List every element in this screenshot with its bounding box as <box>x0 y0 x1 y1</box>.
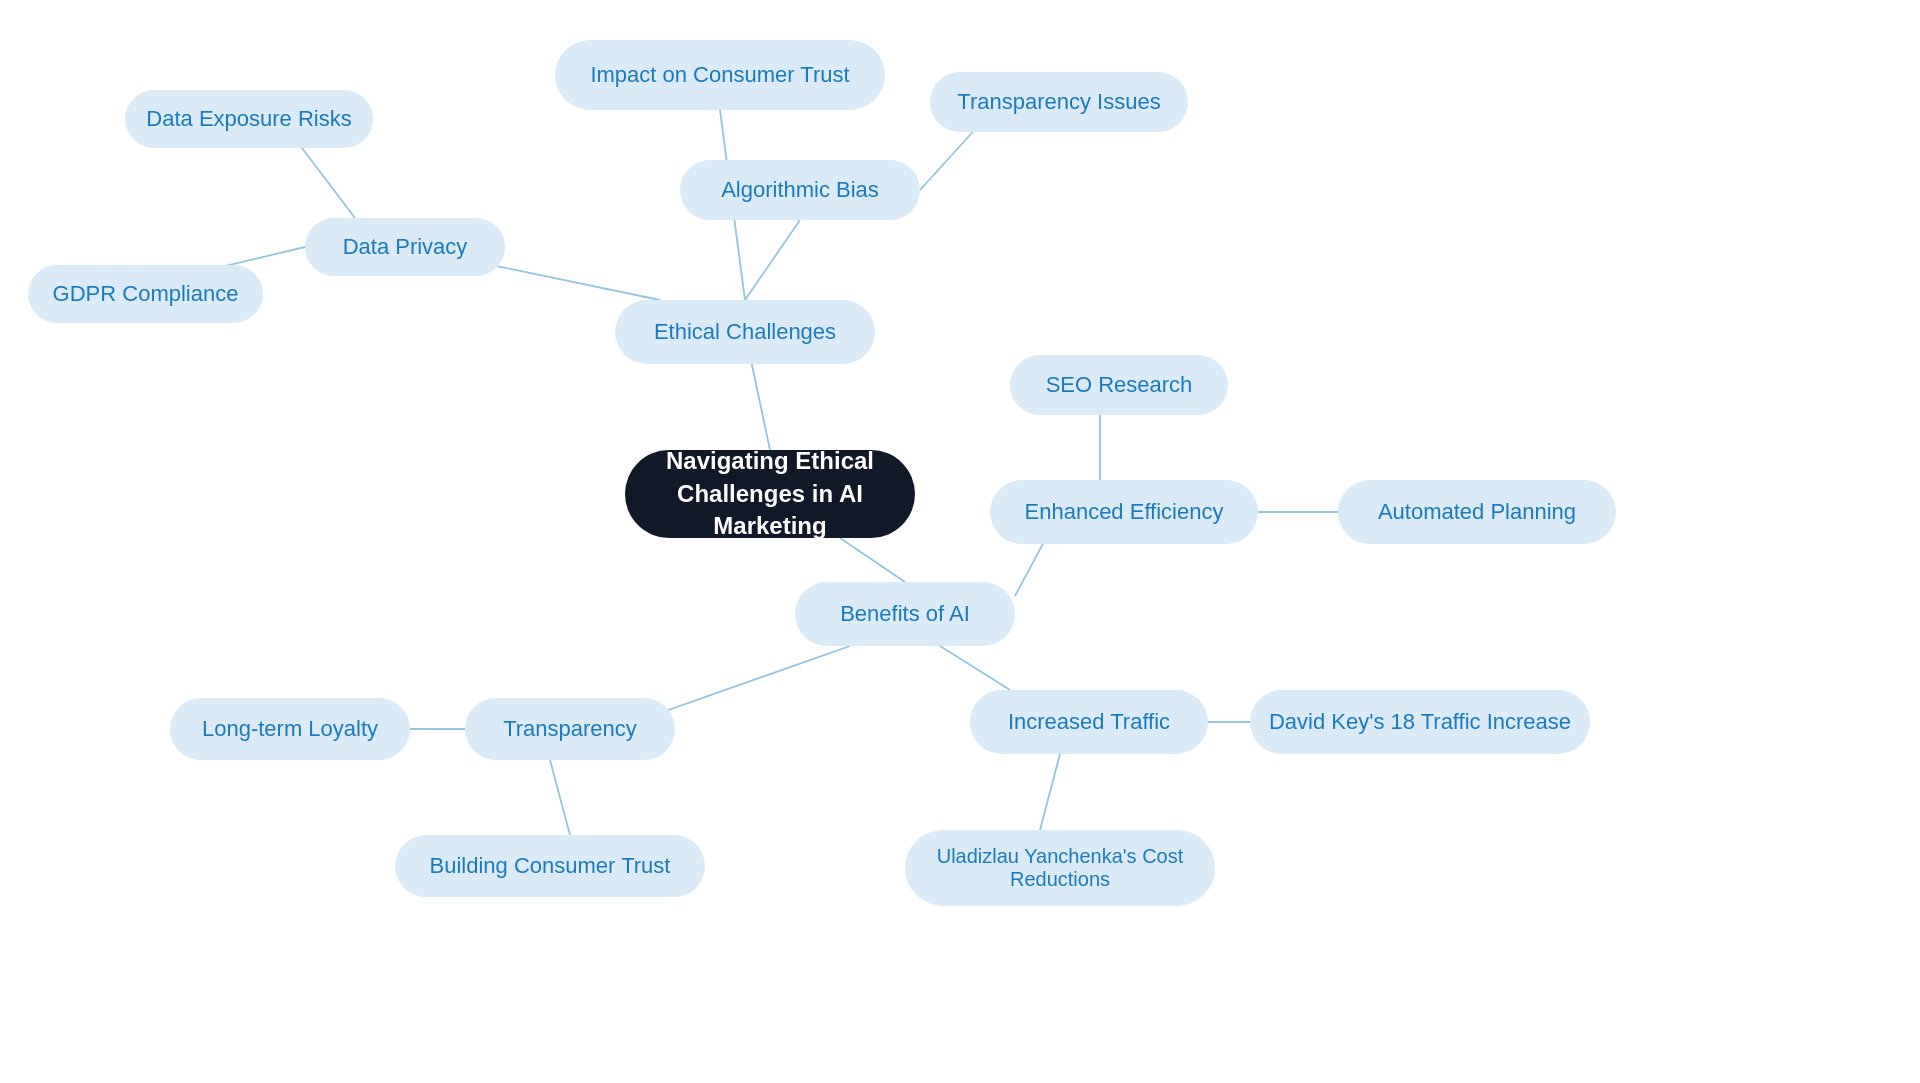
increased-traffic-node: Increased Traffic <box>970 690 1208 754</box>
svg-line-11 <box>940 646 1010 690</box>
impact-trust-node: Impact on Consumer Trust <box>555 40 885 110</box>
svg-line-7 <box>840 538 905 582</box>
svg-line-14 <box>640 646 850 720</box>
svg-line-16 <box>550 760 570 835</box>
benefits-ai-node: Benefits of AI <box>795 582 1015 646</box>
gdpr-node: GDPR Compliance <box>28 265 263 323</box>
center-node: Navigating Ethical Challenges in AI Mark… <box>625 450 915 538</box>
svg-line-13 <box>1040 754 1060 830</box>
algorithmic-bias-node: Algorithmic Bias <box>680 160 920 220</box>
david-key-node: David Key's 18 Traffic Increase <box>1250 690 1590 754</box>
data-exposure-node: Data Exposure Risks <box>125 90 373 148</box>
data-privacy-node: Data Privacy <box>305 218 505 276</box>
long-term-loyalty-node: Long-term Loyalty <box>170 698 410 760</box>
enhanced-efficiency-node: Enhanced Efficiency <box>990 480 1258 544</box>
svg-line-5 <box>745 220 800 300</box>
ethical-challenges-node: Ethical Challenges <box>615 300 875 364</box>
uladizlau-node: Uladizlau Yanchenka's Cost Reductions <box>905 830 1215 906</box>
building-trust-node: Building Consumer Trust <box>395 835 705 897</box>
transparency-issues-node: Transparency Issues <box>930 72 1188 132</box>
seo-research-node: SEO Research <box>1010 355 1228 415</box>
transparency-node: Transparency <box>465 698 675 760</box>
automated-planning-node: Automated Planning <box>1338 480 1616 544</box>
